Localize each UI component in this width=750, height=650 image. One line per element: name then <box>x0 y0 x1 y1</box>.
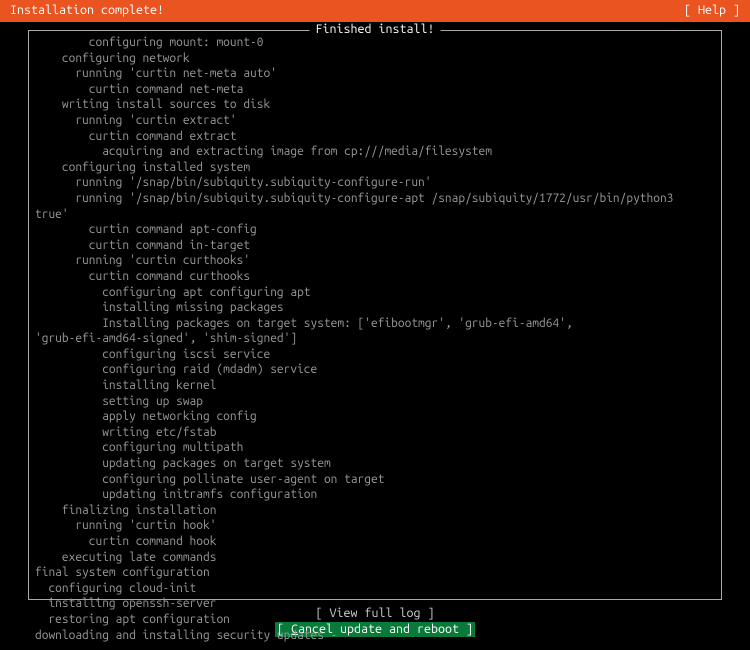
log-line: configuring apt configuring apt <box>35 285 715 301</box>
log-line: configuring network <box>35 51 715 67</box>
log-line: running 'curtin hook' <box>35 518 715 534</box>
log-line: restoring apt configuration <box>35 612 715 628</box>
help-button[interactable]: [ Help ] <box>684 3 740 19</box>
log-line: configuring multipath <box>35 440 715 456</box>
log-line: downloading and installing security upda… <box>35 628 715 644</box>
log-line: configuring raid (mdadm) service <box>35 362 715 378</box>
log-line: curtin command apt-config <box>35 222 715 238</box>
log-line: updating initramfs configuration <box>35 487 715 503</box>
log-line: configuring installed system <box>35 160 715 176</box>
log-line: final system configuration <box>35 565 715 581</box>
log-line: configuring iscsi service <box>35 347 715 363</box>
log-line: running 'curtin curthooks' <box>35 253 715 269</box>
log-output: configuring mount: mount-0 configuring n… <box>35 35 715 643</box>
log-line: acquiring and extracting image from cp:/… <box>35 144 715 160</box>
log-line: configuring cloud-init <box>35 581 715 597</box>
header-bar: Installation complete! [ Help ] <box>0 0 750 22</box>
log-line: 'grub-efi-amd64-signed', 'shim-signed'] <box>35 331 715 347</box>
log-line: apply networking config <box>35 409 715 425</box>
log-line: finalizing installation <box>35 503 715 519</box>
log-line: configuring pollinate user-agent on targ… <box>35 472 715 488</box>
log-line: updating packages on target system <box>35 456 715 472</box>
log-line: installing missing packages <box>35 300 715 316</box>
log-line: writing etc/fstab <box>35 425 715 441</box>
log-line: curtin command in-target <box>35 238 715 254</box>
page-title: Installation complete! <box>10 3 164 19</box>
log-line: true' <box>35 207 715 223</box>
log-line: running '/snap/bin/subiquity.subiquity-c… <box>35 175 715 191</box>
log-line: setting up swap <box>35 394 715 410</box>
log-line: curtin command extract <box>35 129 715 145</box>
log-line: installing openssh-server <box>35 596 715 612</box>
log-line: installing kernel <box>35 378 715 394</box>
log-line: curtin command curthooks <box>35 269 715 285</box>
log-line: curtin command net-meta <box>35 82 715 98</box>
log-line: running 'curtin extract' <box>35 113 715 129</box>
frame-title: Finished install! <box>309 22 440 38</box>
log-line: Installing packages on target system: ['… <box>35 316 715 332</box>
log-line: curtin command hook <box>35 534 715 550</box>
log-frame: Finished install! configuring mount: mou… <box>28 30 722 600</box>
log-line: running '/snap/bin/subiquity.subiquity-c… <box>35 191 715 207</box>
log-line: writing install sources to disk <box>35 97 715 113</box>
log-line: executing late commands <box>35 550 715 566</box>
log-line: running 'curtin net-meta auto' <box>35 66 715 82</box>
